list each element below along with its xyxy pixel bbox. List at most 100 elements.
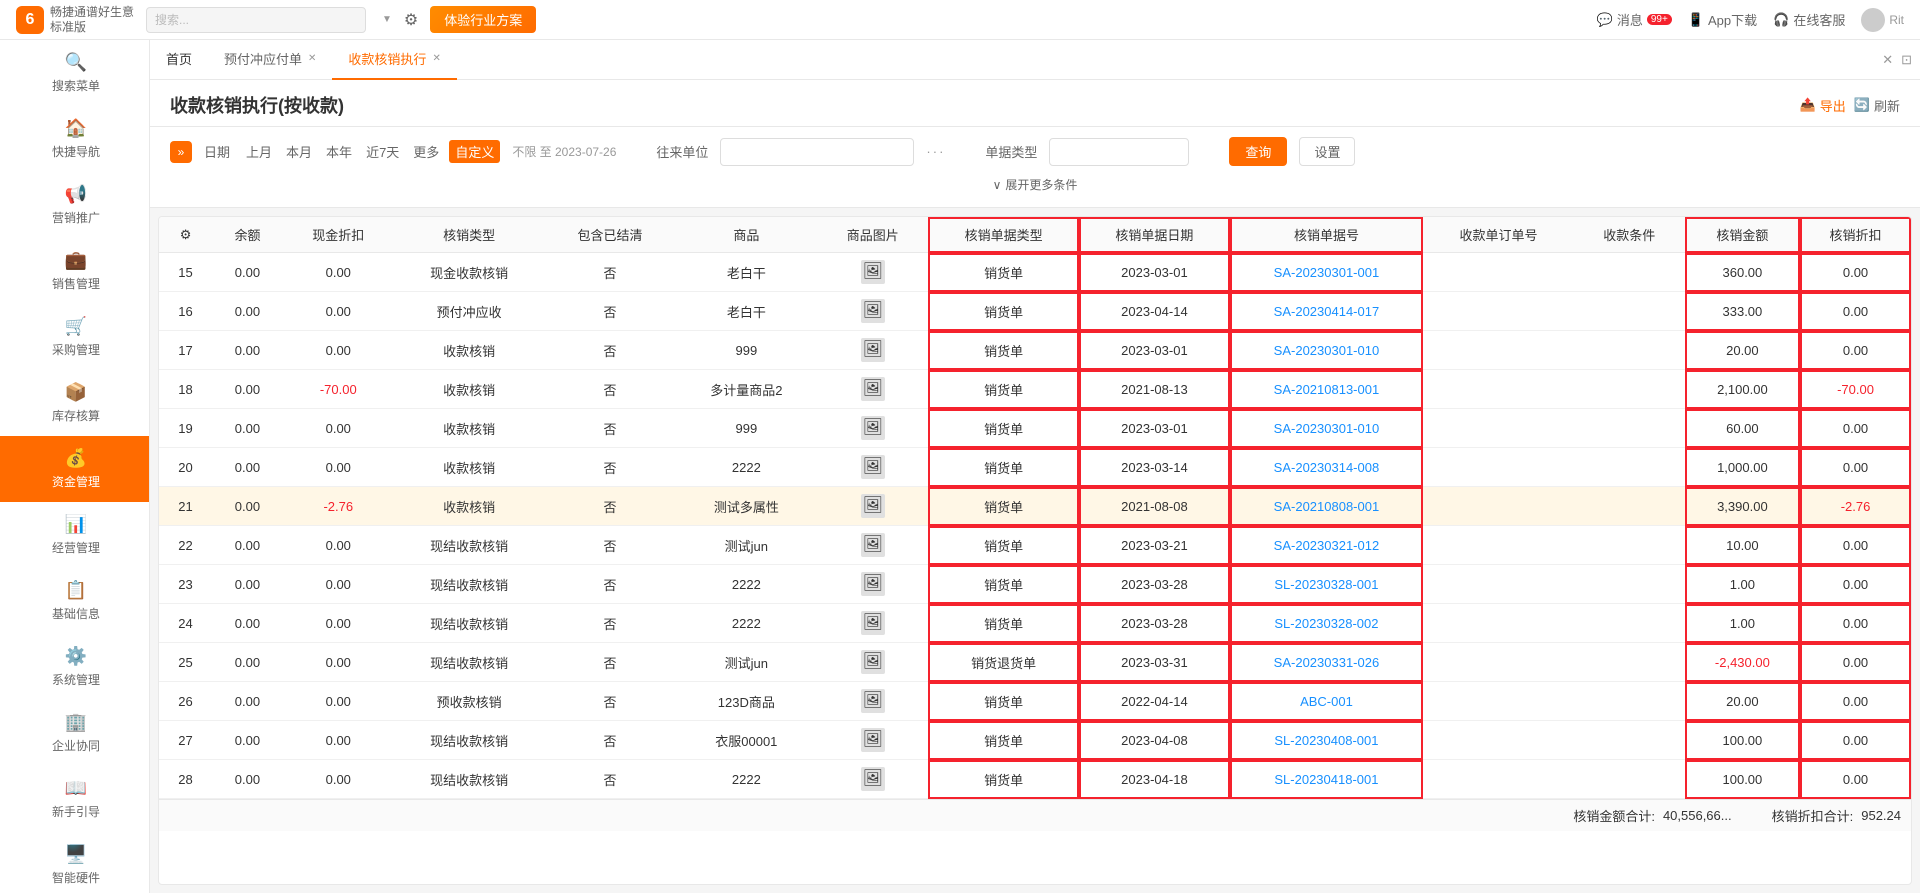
date-option-more[interactable]: 更多 [409, 140, 443, 163]
cell-bill-number[interactable]: SA-20230301-010 [1230, 331, 1423, 370]
bill-number-link[interactable]: SL-20230418-001 [1274, 772, 1378, 787]
col-header-goods: 商品 [675, 217, 817, 253]
date-option-7days[interactable]: 近7天 [362, 140, 403, 163]
tab-prepay[interactable]: 预付冲应付单 ✕ [208, 40, 332, 80]
sidebar-item-enterprise[interactable]: 🏢 企业协同 [0, 700, 149, 766]
tab-collection-close[interactable]: ✕ [432, 53, 440, 64]
column-settings-icon[interactable]: ⚙ [180, 227, 192, 242]
tab-collection[interactable]: 收款核销执行 ✕ [332, 40, 456, 80]
cell-balance: 0.00 [212, 565, 283, 604]
cell-goods-image: 🖼 [817, 331, 928, 370]
date-option-this-month[interactable]: 本月 [282, 140, 316, 163]
page-content: 收款核销执行(按收款) 📤 导出 🔄 刷新 » 日期 [150, 80, 1920, 893]
bill-number-link[interactable]: SA-20210808-001 [1274, 499, 1380, 514]
cell-receipt-condition [1574, 370, 1685, 409]
cell-cancel-amount: 1,000.00 [1685, 448, 1800, 487]
cell-no: 24 [159, 604, 212, 643]
cell-cancel-type: 预付冲应收 [394, 292, 545, 331]
cell-bill-number[interactable]: SL-20230408-001 [1230, 721, 1423, 760]
refresh-label: 刷新 [1874, 96, 1900, 115]
sidebar-item-marketing[interactable]: 📢 营销推广 [0, 172, 149, 238]
cell-cash-discount: 0.00 [283, 682, 394, 721]
cell-bill-number[interactable]: ABC-001 [1230, 682, 1423, 721]
cell-bill-report-type: 销货单 [928, 721, 1079, 760]
cell-bill-number[interactable]: SL-20230328-001 [1230, 565, 1423, 604]
bill-type-select[interactable] [1049, 138, 1189, 166]
sidebar-item-hardware[interactable]: 🖥️ 智能硬件 [0, 832, 149, 893]
bill-number-link[interactable]: SA-20230331-026 [1274, 655, 1380, 670]
sidebar-item-guide[interactable]: 📖 新手引导 [0, 766, 149, 832]
cell-bill-number[interactable]: SA-20230314-008 [1230, 448, 1423, 487]
date-option-last-month[interactable]: 上月 [242, 140, 276, 163]
tab-prepay-close[interactable]: ✕ [308, 53, 316, 64]
bill-number-link[interactable]: ABC-001 [1300, 694, 1353, 709]
date-option-this-year[interactable]: 本年 [322, 140, 356, 163]
bill-number-link[interactable]: SA-20230301-001 [1274, 265, 1380, 280]
cell-cancel-type: 现结收款核销 [394, 526, 545, 565]
bill-number-link[interactable]: SA-20230321-012 [1274, 538, 1380, 553]
partner-label: 往来单位 [656, 142, 708, 161]
cell-cancel-amount: 100.00 [1685, 760, 1800, 799]
bill-number-link[interactable]: SL-20230328-001 [1274, 577, 1378, 592]
bill-number-link[interactable]: SL-20230408-001 [1274, 733, 1378, 748]
app-download-button[interactable]: 📱 App下载 [1688, 10, 1757, 29]
cell-bill-number[interactable]: SA-20230414-017 [1230, 292, 1423, 331]
filter-expand-button[interactable]: » [170, 141, 192, 163]
dropdown-arrow-icon[interactable]: ▼ [382, 14, 392, 25]
bill-number-link[interactable]: SA-20210813-001 [1274, 382, 1380, 397]
cell-bill-number[interactable]: SL-20230328-002 [1230, 604, 1423, 643]
cell-receipt-order-no [1423, 526, 1574, 565]
sidebar-item-system[interactable]: ⚙️ 系统管理 [0, 634, 149, 700]
export-button[interactable]: 📤 导出 [1800, 96, 1846, 115]
refresh-button[interactable]: 🔄 刷新 [1854, 96, 1900, 115]
sidebar-item-sales[interactable]: 💼 销售管理 [0, 238, 149, 304]
online-service-button[interactable]: 🎧 在线客服 [1773, 10, 1845, 29]
bill-number-link[interactable]: SA-20230414-017 [1274, 304, 1380, 319]
cell-balance: 0.00 [212, 760, 283, 799]
box-icon: 📦 [65, 382, 87, 403]
sidebar-item-inventory[interactable]: 📦 库存核算 [0, 370, 149, 436]
bill-number-link[interactable]: SA-20230301-010 [1274, 421, 1380, 436]
cart-icon: 🛒 [65, 316, 87, 337]
table-row: 23 0.00 0.00 现结收款核销 否 2222 🖼 销货单 2023-03… [159, 565, 1911, 604]
cell-bill-number[interactable]: SA-20230321-012 [1230, 526, 1423, 565]
sidebar-item-purchase[interactable]: 🛒 采购管理 [0, 304, 149, 370]
sidebar-item-finance[interactable]: 💰 资金管理 [0, 436, 149, 502]
partner-input[interactable] [720, 138, 914, 166]
cell-cancel-amount: 10.00 [1685, 526, 1800, 565]
col-header-receipt-order-no: 收款单订单号 [1423, 217, 1574, 253]
close-window-icon[interactable]: ✕ [1882, 52, 1893, 68]
expand-conditions-button[interactable]: ∨ 展开更多条件 [989, 172, 1082, 197]
message-button[interactable]: 💬 消息 99+ [1597, 10, 1672, 29]
cell-cancel-amount: 1.00 [1685, 565, 1800, 604]
cell-bill-number[interactable]: SA-20230301-010 [1230, 409, 1423, 448]
sidebar-item-operation[interactable]: 📊 经营管理 [0, 502, 149, 568]
trial-industry-button[interactable]: 体验行业方案 [430, 6, 536, 33]
cell-receipt-order-no [1423, 370, 1574, 409]
sidebar-item-basic[interactable]: 📋 基础信息 [0, 568, 149, 634]
cell-bill-number[interactable]: SA-20210808-001 [1230, 487, 1423, 526]
cell-bill-number[interactable]: SA-20230331-026 [1230, 643, 1423, 682]
restore-window-icon[interactable]: ⊡ [1901, 52, 1912, 68]
col-header-settings[interactable]: ⚙ [159, 217, 212, 253]
sidebar-item-shortcut[interactable]: 🏠 快捷导航 [0, 106, 149, 172]
cell-bill-report-date: 2023-03-28 [1079, 565, 1230, 604]
query-button[interactable]: 查询 [1229, 137, 1287, 166]
cell-bill-number[interactable]: SA-20230301-001 [1230, 253, 1423, 292]
cell-bill-number[interactable]: SL-20230418-001 [1230, 760, 1423, 799]
cell-no: 25 [159, 643, 212, 682]
sidebar-item-search[interactable]: 🔍 搜索菜单 [0, 40, 149, 106]
bill-number-link[interactable]: SA-20230301-010 [1274, 343, 1380, 358]
sidebar-label-enterprise: 企业协同 [52, 737, 100, 754]
cell-goods: 999 [675, 331, 817, 370]
cell-bill-number[interactable]: SA-20210813-001 [1230, 370, 1423, 409]
date-option-custom[interactable]: 自定义 [449, 140, 500, 163]
settings-icon[interactable]: ⚙ [404, 10, 418, 30]
table-settings-button[interactable]: 设置 [1299, 137, 1355, 166]
bill-number-link[interactable]: SL-20230328-002 [1274, 616, 1378, 631]
cell-goods-image: 🖼 [817, 565, 928, 604]
bill-number-link[interactable]: SA-20230314-008 [1274, 460, 1380, 475]
user-profile[interactable]: Rit [1861, 8, 1904, 32]
tab-home[interactable]: 首页 [150, 40, 208, 80]
cell-bill-report-type: 销货单 [928, 760, 1079, 799]
